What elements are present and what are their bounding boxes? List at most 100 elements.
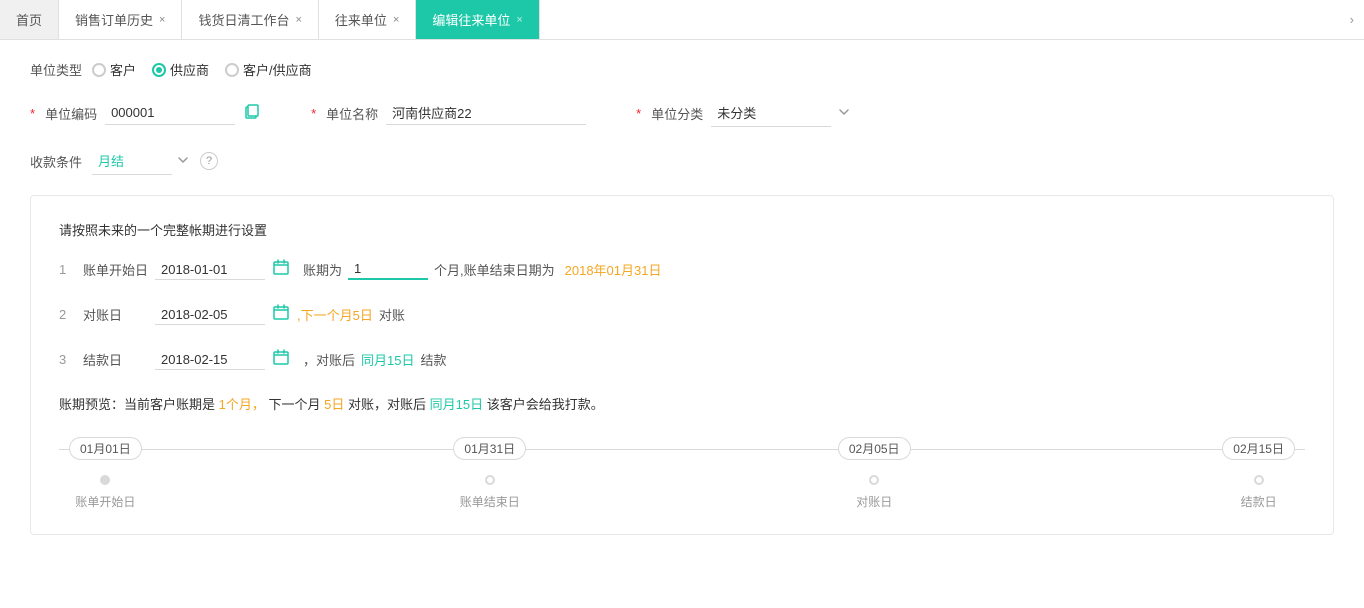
timeline-label-3: 结款日 (1241, 493, 1277, 510)
timeline-point-3: 02月15日 结款日 (1222, 437, 1295, 510)
payment-terms-select[interactable]: 月结 (92, 147, 190, 175)
required-star-name: * (311, 106, 316, 121)
timeline-point-0: 01月01日 账单开始日 (69, 437, 142, 510)
period-row-3: 3 结款日 ，对账后 同月15日 结款 (59, 349, 1305, 370)
timeline-badge-0: 01月01日 (69, 437, 142, 460)
radio-customer-supplier-label: 客户/供应商 (243, 60, 312, 79)
copy-icon[interactable] (243, 102, 261, 125)
radio-circle-customer-supplier (225, 63, 239, 77)
unit-type-row: 单位类型 客户 供应商 客户/供应商 (30, 60, 1334, 79)
period-field-label-1: 账单开始日 (83, 260, 155, 279)
preview-reconcile-prefix: 下一个月 (269, 397, 321, 412)
tab-sales-order-history-label: 销售订单历史 (75, 10, 153, 29)
preview-prefix: 账期预览：当前客户账期是 (59, 397, 215, 412)
radio-circle-customer (92, 63, 106, 77)
payment-date-input[interactable] (155, 350, 265, 370)
payment-prefix-3: ，对账后 (303, 350, 355, 369)
period-field-label-2: 对账日 (83, 305, 155, 324)
billing-start-date-input[interactable] (155, 260, 265, 280)
period-mid-text-1: 账期为 (303, 260, 342, 279)
preview-reconcile-suffix: 对账，对账后 (348, 397, 426, 412)
radio-customer-supplier[interactable]: 客户/供应商 (225, 60, 312, 79)
preview-text: 账期预览：当前客户账期是 1个月， 下一个月 5日 对账，对账后 同月15日 该… (59, 394, 1305, 413)
radio-customer-label: 客户 (110, 60, 136, 79)
close-icon[interactable]: × (393, 14, 399, 26)
timeline-point-1: 01月31日 账单结束日 (453, 437, 526, 510)
tab-home-label: 首页 (16, 10, 42, 29)
preview-payment-teal: 同月15日 (430, 397, 483, 412)
calendar-icon-3[interactable] (273, 349, 289, 370)
unit-category-value: 未分类 (711, 99, 831, 127)
close-icon[interactable]: × (295, 14, 301, 26)
tab-cash-goods-workbench[interactable]: 钱货日清工作台 × (182, 0, 318, 39)
unit-category-select[interactable]: 未分类 (711, 99, 851, 127)
payment-suffix-3: 结款 (420, 350, 446, 369)
unit-type-radio-group: 客户 供应商 客户/供应商 (92, 60, 312, 79)
required-star-category: * (636, 106, 641, 121)
period-field-label-3: 结款日 (83, 350, 155, 369)
timeline-label-1: 账单结束日 (460, 493, 520, 510)
unit-category-group: * 单位分类 未分类 (636, 99, 851, 127)
timeline: 01月01日 账单开始日 01月31日 账单结束日 02月05日 对账日 02月… (59, 437, 1305, 510)
timeline-label-2: 对账日 (856, 493, 892, 510)
reconcile-highlight-2: ,下一个月5日 (297, 305, 373, 324)
period-months-input[interactable] (348, 259, 428, 280)
required-star-code: * (30, 106, 35, 121)
chevron-down-icon (176, 153, 190, 170)
preview-reconcile-orange: 5日 (324, 397, 344, 412)
period-box: 请按照未来的一个完整帐期进行设置 1 账单开始日 账期为 个月,账单结束日期为 … (30, 195, 1334, 535)
timeline-dot-0 (100, 475, 110, 485)
help-icon[interactable]: ? (200, 152, 218, 170)
radio-supplier-label: 供应商 (170, 60, 209, 79)
preview-period-orange: 1个月， (219, 397, 265, 412)
unit-name-input[interactable] (386, 101, 586, 125)
tab-partner-units[interactable]: 往来单位 × (319, 0, 416, 39)
timeline-dot-2 (869, 475, 879, 485)
period-num-2: 2 (59, 307, 83, 322)
tab-edit-partner-unit[interactable]: 编辑往来单位 × (416, 0, 539, 39)
reconcile-date-input[interactable] (155, 305, 265, 325)
reconcile-suffix-2: 对账 (379, 305, 405, 324)
close-icon[interactable]: × (516, 14, 522, 26)
payment-terms-value: 月结 (92, 147, 172, 175)
unit-type-label: 单位类型 (30, 60, 82, 79)
chevron-right-icon: › (1350, 12, 1354, 27)
unit-name-group: * 单位名称 (311, 101, 586, 125)
unit-name-label: 单位名称 (326, 104, 378, 123)
unit-category-label: 单位分类 (651, 104, 703, 123)
unit-code-input[interactable] (105, 101, 235, 125)
radio-circle-supplier (152, 63, 166, 77)
calendar-icon-1[interactable] (273, 259, 289, 280)
main-content: 单位类型 客户 供应商 客户/供应商 * 单位编码 (0, 40, 1364, 608)
timeline-badge-3: 02月15日 (1222, 437, 1295, 460)
calendar-icon-2[interactable] (273, 304, 289, 325)
unit-code-group: * 单位编码 (30, 101, 261, 125)
billing-end-date-highlight: 2018年01月31日 (565, 260, 662, 279)
tab-expand-button[interactable]: › (1340, 0, 1364, 39)
payment-highlight-3: 同月15日 (361, 350, 414, 369)
tab-sales-order-history[interactable]: 销售订单历史 × (59, 0, 182, 39)
period-num-1: 1 (59, 262, 83, 277)
tab-edit-partner-unit-label: 编辑往来单位 (432, 10, 510, 29)
radio-supplier[interactable]: 供应商 (152, 60, 209, 79)
period-row-2: 2 对账日 ,下一个月5日 对账 (59, 304, 1305, 325)
radio-customer[interactable]: 客户 (92, 60, 136, 79)
tab-home[interactable]: 首页 (0, 0, 59, 39)
unit-info-row: * 单位编码 * 单位名称 * 单位分类 未分类 (30, 99, 1334, 127)
period-row-1: 1 账单开始日 账期为 个月,账单结束日期为 2018年01月31日 (59, 259, 1305, 280)
period-box-title: 请按照未来的一个完整帐期进行设置 (59, 220, 1305, 239)
timeline-badge-2: 02月05日 (838, 437, 911, 460)
tab-bar: 首页 销售订单历史 × 钱货日清工作台 × 往来单位 × 编辑往来单位 × › (0, 0, 1364, 40)
unit-code-label: 单位编码 (45, 104, 97, 123)
chevron-down-icon (837, 105, 851, 122)
payment-terms-label: 收款条件 (30, 152, 82, 171)
tab-partner-units-label: 往来单位 (335, 10, 387, 29)
payment-terms-row: 收款条件 月结 ? (30, 147, 1334, 175)
timeline-dot-1 (485, 475, 495, 485)
timeline-point-2: 02月05日 对账日 (838, 437, 911, 510)
preview-suffix: 该客户会给我打款。 (487, 397, 604, 412)
period-num-3: 3 (59, 352, 83, 367)
close-icon[interactable]: × (159, 14, 165, 26)
timeline-badge-1: 01月31日 (453, 437, 526, 460)
timeline-dot-3 (1254, 475, 1264, 485)
